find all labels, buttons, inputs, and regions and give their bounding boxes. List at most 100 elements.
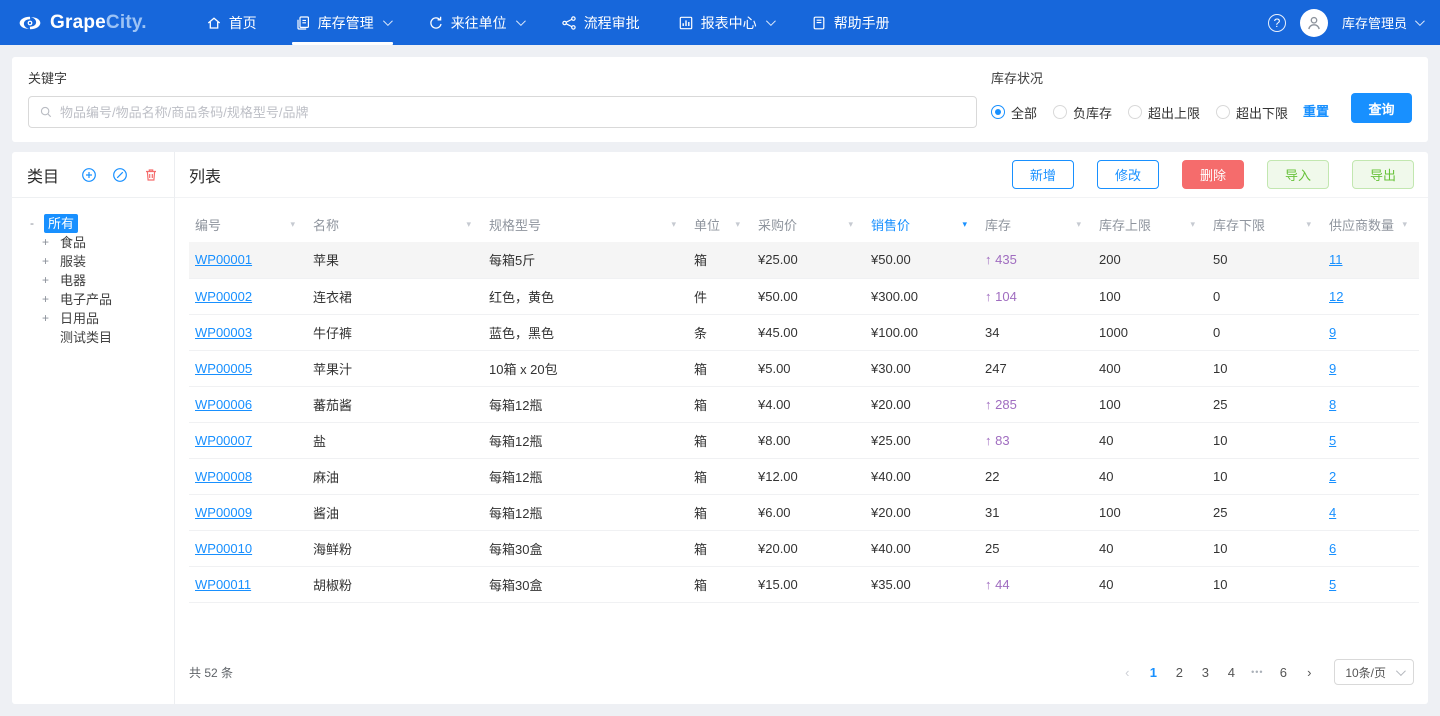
help-icon[interactable]: ? [1267,13,1286,32]
page-button[interactable]: 3 [1194,660,1216,684]
user-avatar[interactable] [1299,8,1328,37]
page-button[interactable]: 6 [1272,660,1294,684]
supplier-count-link[interactable]: 8 [1329,397,1336,412]
item-code-link[interactable]: WP00005 [195,361,252,376]
supplier-count-link[interactable]: 6 [1329,541,1336,556]
arrow-up-icon: ↑ [985,432,992,448]
tree-node[interactable]: + 电子产品 [30,290,166,309]
cell-spec: 每箱12瓶 [483,422,688,459]
table-row[interactable]: WP00003 牛仔裤 蓝色，黑色条 ¥45.00 ¥100.00 34 1000 0 9 [189,314,1419,351]
status-radio[interactable]: 超出下限 [1216,103,1288,122]
cell-sale: ¥20.00 [865,386,979,423]
modify-button[interactable]: 修改 [1096,160,1159,189]
page-button[interactable]: 4 [1220,660,1242,684]
supplier-count-link[interactable]: 12 [1329,289,1343,304]
keyword-search-box[interactable] [28,96,977,128]
supplier-count-link[interactable]: 2 [1329,469,1336,484]
cell-suppliers: 2 [1323,458,1419,495]
column-header-unit[interactable]: 单位 ▾ [688,212,752,242]
status-radio[interactable]: 全部 [991,103,1037,122]
nav-item-approval[interactable]: 流程审批 [542,0,659,45]
delete-category-button[interactable] [143,167,159,183]
nav-item-home[interactable]: 首页 [187,0,276,45]
column-header-name[interactable]: 名称 ▾ [307,212,483,242]
edit-category-button[interactable] [112,167,128,183]
item-code-link[interactable]: WP00008 [195,469,252,484]
item-code-link[interactable]: WP00010 [195,541,252,556]
item-code-link[interactable]: WP00007 [195,433,252,448]
delete-button[interactable]: 删除 [1181,160,1244,189]
table-row[interactable]: WP00005 苹果汁 10箱 x 20包箱 ¥5.00 ¥30.00 247 400 10 9 [189,350,1419,387]
nav-item-partners[interactable]: 来往单位 [409,0,542,45]
keyword-input[interactable] [60,104,966,120]
page-size-select[interactable]: 10条/页 [1334,659,1414,685]
tree-node[interactable]: + 食品 [30,233,166,252]
page-button[interactable]: 2 [1168,660,1190,684]
user-menu[interactable]: 库存管理员 [1342,13,1425,32]
table-row[interactable]: WP00006 蕃茄酱 每箱12瓶箱 ¥4.00 ¥20.00 ↑ 285 100 25 8 [189,386,1419,423]
tree-node[interactable]: + 电器 [30,271,166,290]
cell-sale: ¥20.00 [865,494,979,531]
page-button[interactable]: 1 [1142,660,1164,684]
reset-button[interactable]: 重置 [1303,101,1329,123]
brand-logo[interactable]: GrapeCity. [18,12,147,34]
column-header-sale-price[interactable]: 销售价 ▾ [865,212,979,242]
tree-toggle[interactable]: + [42,290,56,309]
tree-node[interactable]: 测试类目 [30,328,166,347]
column-header-code[interactable]: 编号 ▾ [189,212,307,242]
supplier-count-link[interactable]: 5 [1329,577,1336,592]
item-code-link[interactable]: WP00006 [195,397,252,412]
import-button[interactable]: 导入 [1266,160,1329,189]
category-title: 类目 [27,168,60,186]
supplier-count-link[interactable]: 11 [1329,252,1343,267]
nav-item-reports[interactable]: 报表中心 [659,0,792,45]
add-button[interactable]: 新增 [1011,160,1074,189]
nav-item-manual-label: 帮助手册 [833,14,890,31]
column-header-stock-upper[interactable]: 库存上限 ▾ [1093,212,1207,242]
supplier-count-link[interactable]: 9 [1329,361,1336,376]
column-header-spec[interactable]: 规格型号 ▾ [483,212,688,242]
status-radio[interactable]: 超出上限 [1128,103,1200,122]
item-code-link[interactable]: WP00001 [195,252,252,267]
column-header-purchase-price[interactable]: 采购价 ▾ [752,212,865,242]
cell-purchase: ¥6.00 [752,494,865,531]
edit-icon [113,167,127,182]
column-header-supplier-count[interactable]: 供应商数量 ▾ [1323,212,1419,242]
table-row[interactable]: WP00007 盐每箱12瓶箱 ¥8.00 ¥25.00 ↑ 83 40 10 5 [189,422,1419,459]
supplier-count-link[interactable]: 4 [1329,505,1336,520]
table-row[interactable]: WP00009 酱油 每箱12瓶箱 ¥6.00 ¥20.00 31 100 25 4 [189,494,1419,531]
column-header-stock[interactable]: 库存 ▾ [979,212,1093,242]
tree-toggle[interactable]: + [42,233,56,252]
item-code-link[interactable]: WP00009 [195,505,252,520]
export-button[interactable]: 导出 [1351,160,1414,189]
table-row[interactable]: WP00002 连衣裙 红色，黄色件 ¥50.00 ¥300.00 ↑ 104 100 0 12 [189,278,1419,315]
tree-toggle[interactable]: + [42,271,56,290]
item-code-link[interactable]: WP00003 [195,325,252,340]
nav-item-inventory[interactable]: 库存管理 [276,0,409,45]
item-code-link[interactable]: WP00002 [195,289,252,304]
tree-toggle[interactable]: + [42,309,56,328]
table-row[interactable]: WP00001 苹果 每箱5斤箱 ¥25.00 ¥50.00 ↑ 435 200 50 11 [189,242,1419,279]
supplier-count-link[interactable]: 5 [1329,433,1336,448]
table-row[interactable]: WP00008 麻油 每箱12瓶箱 ¥12.00 ¥40.00 22 40 10 2 [189,458,1419,495]
page-prev-button[interactable]: ‹ [1116,660,1138,684]
status-radio[interactable]: 负库存 [1053,103,1112,122]
item-code-link[interactable]: WP00011 [195,577,251,592]
table-row[interactable]: WP00011 胡椒粉 每箱30盒箱 ¥15.00 ¥35.00 ↑ 44 40 10 5 [189,566,1419,603]
query-button[interactable]: 查询 [1351,93,1412,123]
nav-item-manual[interactable]: 帮助手册 [792,0,909,45]
cell-unit: 条 [688,314,752,351]
tree-node[interactable]: + 日用品 [30,309,166,328]
tree-node[interactable]: + 服装 [30,252,166,271]
sort-caret-icon: ▾ [1190,218,1195,229]
tree-toggle[interactable]: + [42,252,56,271]
tree-node[interactable]: - 所有 [30,214,166,233]
person-icon [1308,16,1320,29]
tree-toggle[interactable]: - [30,214,44,233]
table-row[interactable]: WP00010 海鲜粉 每箱30盒箱 ¥20.00 ¥40.00 25 40 10 6 [189,530,1419,567]
cell-spec: 每箱30盒 [483,566,688,603]
column-header-stock-lower[interactable]: 库存下限 ▾ [1207,212,1323,242]
page-next-button[interactable]: › [1298,660,1320,684]
supplier-count-link[interactable]: 9 [1329,325,1336,340]
add-category-button[interactable] [81,167,97,183]
